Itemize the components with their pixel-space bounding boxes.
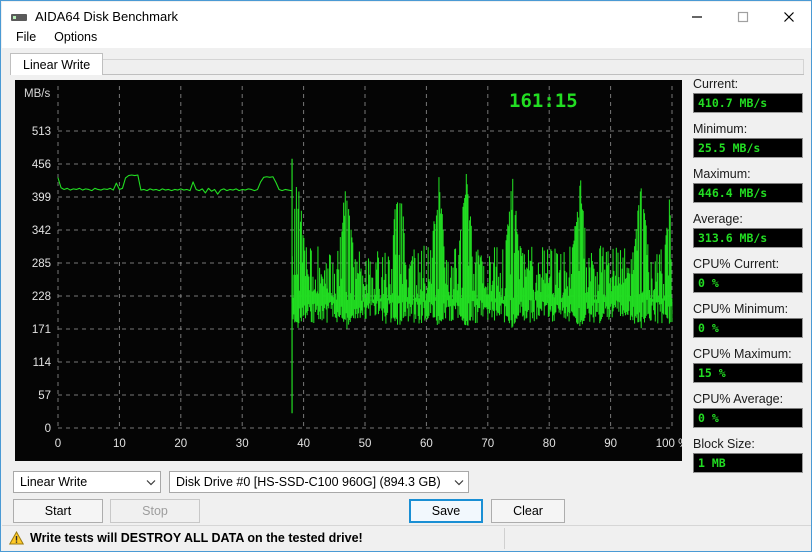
svg-text:100 %: 100 % [656,438,682,450]
stat-label: CPU% Maximum: [693,347,792,361]
disk-drive-select[interactable]: Disk Drive #0 [HS-SSD-C100 960G] (894.3 … [169,471,469,493]
stat-cpu-minimum: CPU% Minimum: 0 % [693,302,811,338]
svg-text:80: 80 [543,438,556,450]
svg-text:0: 0 [55,438,61,450]
stop-button-label: Stop [142,504,168,518]
stat-value: 1 MB [698,456,726,470]
stat-value: 0 % [698,276,719,290]
svg-text:50: 50 [359,438,372,450]
stat-current: Current: 410.7 MB/s [693,77,811,113]
stop-button: Stop [110,499,200,523]
status-bar: Write tests will DESTROY ALL DATA on the… [2,525,811,550]
stat-cpu-average: CPU% Average: 0 % [693,392,811,428]
stat-label: CPU% Minimum: [693,302,789,316]
clear-button-label: Clear [513,504,543,518]
stat-value-box: 0 % [693,408,803,428]
tab-strip-filler [94,59,804,75]
svg-text:399: 399 [32,192,51,204]
stat-label: CPU% Average: [693,392,784,406]
status-bar-separator [504,528,505,549]
start-button[interactable]: Start [13,499,103,523]
stat-block-size: Block Size: 1 MB [693,437,811,473]
tab-strip: Linear Write [10,53,804,75]
stat-value-box: 410.7 MB/s [693,93,803,113]
menu-item-file[interactable]: File [8,28,44,46]
svg-text:513: 513 [32,126,51,138]
svg-text:114: 114 [33,357,52,369]
app-window: AIDA64 Disk Benchmark File Options Linea… [0,0,812,552]
disk-drive-icon [11,9,27,25]
stat-label: Average: [693,212,743,226]
tab-label: Linear Write [23,57,91,72]
benchmark-chart: 0 57 114 171 228 285 342 399 456 513 0 10 20 30 40 50 6… [15,80,682,461]
stat-value-box: 15 % [693,363,803,383]
close-icon [784,11,794,22]
chevron-down-icon [450,479,468,486]
stat-value-box: 313.6 MB/s [693,228,803,248]
svg-text:40: 40 [297,438,310,450]
stat-value-box: 0 % [693,273,803,293]
svg-text:30: 30 [236,438,249,450]
minimize-icon [692,15,702,18]
svg-text:342: 342 [32,225,51,237]
stat-label: CPU% Current: [693,257,780,271]
stat-value: 313.6 MB/s [698,231,768,245]
stat-minimum: Minimum: 25.5 MB/s [693,122,811,158]
stat-label: Maximum: [693,167,751,181]
stat-value: 446.4 MB/s [698,186,768,200]
maximize-icon [737,11,749,22]
benchmark-mode-select[interactable]: Linear Write [13,471,161,493]
tab-page-divider [10,74,804,75]
menu-item-options[interactable]: Options [46,28,105,46]
stat-value: 0 % [698,411,719,425]
clear-button[interactable]: Clear [491,499,565,523]
svg-text:57: 57 [38,390,51,402]
svg-text:0: 0 [45,423,51,435]
stat-value-box: 0 % [693,318,803,338]
stat-average: Average: 313.6 MB/s [693,212,811,248]
chart-unit-label: MB/s [24,88,51,100]
stat-maximum: Maximum: 446.4 MB/s [693,167,811,203]
svg-text:20: 20 [174,438,187,450]
stat-value-box: 25.5 MB/s [693,138,803,158]
stat-label: Current: [693,77,739,91]
stat-label: Block Size: [693,437,755,451]
svg-text:456: 456 [32,159,51,171]
stat-value: 410.7 MB/s [698,96,768,110]
svg-text:10: 10 [113,438,126,450]
save-button-label: Save [431,504,461,518]
start-button-label: Start [44,504,72,518]
warning-icon [9,531,24,545]
menu-bar: File Options [2,26,811,48]
svg-text:171: 171 [32,324,51,336]
status-bar-text: Write tests will DESTROY ALL DATA on the… [30,531,363,545]
benchmark-mode-value: Linear Write [20,475,88,489]
chart-canvas: 0 57 114 171 228 285 342 399 456 513 0 10 20 30 40 50 6… [15,80,682,461]
window-title: AIDA64 Disk Benchmark [35,9,179,24]
chart-elapsed-timer: 161:15 [509,90,578,112]
disk-drive-value: Disk Drive #0 [HS-SSD-C100 960G] (894.3 … [176,475,441,489]
svg-text:70: 70 [481,438,494,450]
stat-value-box: 1 MB [693,453,803,473]
tab-linear-write[interactable]: Linear Write [10,53,104,75]
stat-label: Minimum: [693,122,748,136]
stat-cpu-maximum: CPU% Maximum: 15 % [693,347,811,383]
stat-cpu-current: CPU% Current: 0 % [693,257,811,293]
svg-text:285: 285 [32,258,51,270]
stat-value: 0 % [698,321,719,335]
stat-value: 15 % [698,366,726,380]
stat-value: 25.5 MB/s [698,141,761,155]
save-button[interactable]: Save [409,499,483,523]
chevron-down-icon [142,479,160,486]
statistics-panel: Current: 410.7 MB/s Minimum: 25.5 MB/s M… [693,77,811,482]
svg-text:60: 60 [420,438,433,450]
svg-text:228: 228 [32,291,51,303]
stat-value-box: 446.4 MB/s [693,183,803,203]
svg-text:90: 90 [604,438,617,450]
